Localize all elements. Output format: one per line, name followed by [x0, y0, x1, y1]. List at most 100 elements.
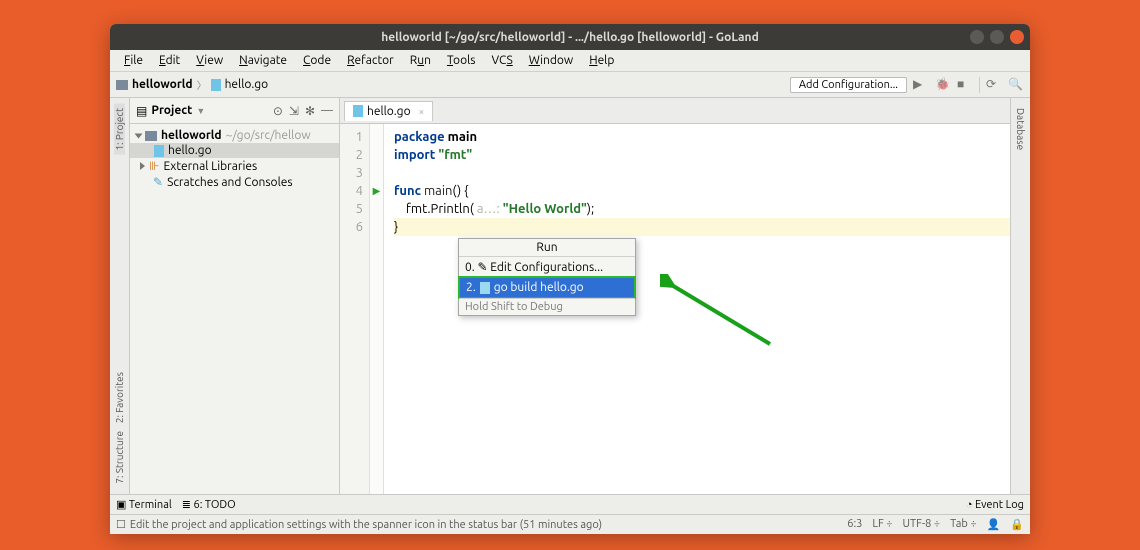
nav-toolbar: helloworld 〉 hello.go Add Configuration.…: [110, 72, 1030, 98]
menu-code[interactable]: Code: [297, 52, 337, 69]
keyword: import: [394, 148, 435, 162]
menu-file[interactable]: File: [118, 52, 149, 69]
popup-edit-configs[interactable]: 0. ✎ Edit Configurations...: [459, 257, 635, 277]
expand-icon[interactable]: [140, 162, 145, 170]
minimize-icon[interactable]: [970, 30, 984, 44]
run-icon[interactable]: ▶: [913, 77, 929, 93]
menu-window[interactable]: Window: [523, 52, 579, 69]
event-log-button[interactable]: ◔ Event Log: [966, 499, 1024, 511]
param-hint: a…:: [477, 202, 500, 216]
line-number: 6: [340, 218, 363, 236]
line-number: 1: [340, 128, 363, 146]
statusbar: ☐ Edit the project and application setti…: [110, 514, 1030, 534]
chevron-down-icon[interactable]: ▼: [196, 106, 205, 116]
popup-go-build[interactable]: 2. go build hello.go: [458, 276, 636, 299]
code-frag: fmt.Println(: [394, 202, 477, 216]
indent[interactable]: Tab ÷: [950, 518, 977, 531]
go-file-icon: [353, 105, 363, 117]
tab-favorites[interactable]: 2: Favorites: [114, 368, 125, 427]
tool-buttons-bar: ▣ Terminal ≣ 6: TODO ◔ Event Log: [110, 494, 1030, 514]
code-frag: }: [394, 218, 1010, 236]
left-tool-gutter: 1: Project 2: Favorites 7: Structure: [110, 98, 130, 494]
add-configuration-button[interactable]: Add Configuration...: [790, 77, 907, 93]
line-number-gutter: 1 2 3 4 5 6: [340, 124, 370, 494]
string-literal: "fmt": [438, 148, 472, 162]
menubar: File Edit View Navigate Code Refactor Ru…: [110, 50, 1030, 72]
project-tree: helloworld ~/go/src/hellow hello.go ⊪ Ex…: [130, 124, 339, 194]
tree-root-label: helloworld: [161, 129, 222, 142]
editor-area: hello.go × 1 2 3 4 5 6 ▶ p: [340, 98, 1010, 494]
stop-icon[interactable]: ■: [957, 77, 973, 93]
collapse-icon[interactable]: ⇲: [289, 104, 299, 118]
inspections-icon[interactable]: 👤: [987, 518, 1001, 531]
search-icon[interactable]: 🔍: [1008, 77, 1024, 93]
close-icon[interactable]: [1010, 30, 1024, 44]
main-area: 1: Project 2: Favorites 7: Structure ▤ P…: [110, 98, 1030, 494]
tree-root-path: ~/go/src/hellow: [226, 129, 311, 142]
project-panel: ▤ Project ▼ ⊙ ⇲ ✻ — helloworld ~/go/src/…: [130, 98, 340, 494]
breadcrumb-file[interactable]: hello.go: [225, 78, 269, 91]
terminal-button[interactable]: ▣ Terminal: [116, 498, 172, 511]
tab-label: hello.go: [367, 105, 411, 118]
todo-button[interactable]: ≣ 6: TODO: [182, 498, 236, 511]
go-file-icon: [480, 282, 490, 294]
go-file-icon: [154, 145, 164, 157]
encoding[interactable]: UTF-8 ÷: [903, 518, 941, 531]
project-panel-title[interactable]: Project: [151, 104, 192, 117]
func-name: main: [424, 184, 452, 198]
string-literal: "Hello World": [500, 202, 587, 216]
menu-view[interactable]: View: [190, 52, 229, 69]
hide-icon[interactable]: —: [321, 104, 333, 118]
tree-extlibs-label: External Libraries: [163, 160, 257, 173]
code-editor[interactable]: 1 2 3 4 5 6 ▶ package main import "fmt" …: [340, 124, 1010, 494]
run-gutter: ▶: [370, 124, 384, 494]
lock-icon[interactable]: 🔒: [1010, 518, 1024, 531]
editor-tabs: hello.go ×: [340, 98, 1010, 124]
tab-structure[interactable]: 7: Structure: [114, 427, 125, 488]
popup-index: 2.: [466, 281, 476, 294]
breadcrumb: helloworld 〉 hello.go: [116, 77, 268, 92]
go-file-icon: [211, 79, 221, 91]
keyword: func: [394, 184, 421, 198]
run-popup: Run 0. ✎ Edit Configurations... 2. go bu…: [458, 238, 636, 316]
tree-scratches[interactable]: ✎ Scratches and Consoles: [130, 174, 339, 190]
maximize-icon[interactable]: [990, 30, 1004, 44]
menu-refactor[interactable]: Refactor: [341, 52, 400, 69]
line-number: 4: [340, 182, 363, 200]
line-number: 3: [340, 164, 363, 182]
gear-icon[interactable]: ✻: [305, 104, 315, 118]
editor-tab-hello[interactable]: hello.go ×: [344, 101, 433, 121]
menu-help[interactable]: Help: [583, 52, 620, 69]
tree-external-libs[interactable]: ⊪ External Libraries: [130, 158, 339, 174]
line-ending[interactable]: LF ÷: [872, 518, 892, 531]
locate-icon[interactable]: ⊙: [273, 104, 283, 118]
tree-scratches-label: Scratches and Consoles: [167, 176, 293, 189]
debug-icon[interactable]: 🐞: [935, 77, 951, 93]
breadcrumb-root[interactable]: helloworld: [132, 78, 193, 91]
expand-icon[interactable]: [135, 133, 143, 138]
window-controls: [970, 30, 1024, 44]
folder-icon: [145, 131, 157, 141]
separator: [979, 77, 980, 93]
keyword: package: [394, 130, 445, 144]
status-collapse-icon[interactable]: ☐: [116, 518, 126, 531]
titlebar: helloworld [~/go/src/helloworld] - .../h…: [110, 24, 1030, 50]
tab-project[interactable]: 1: Project: [114, 104, 125, 155]
menu-run[interactable]: Run: [404, 52, 437, 69]
project-view-icon: ▤: [136, 104, 147, 118]
run-line-icon[interactable]: ▶: [370, 182, 383, 200]
close-tab-icon[interactable]: ×: [419, 106, 425, 117]
menu-navigate[interactable]: Navigate: [233, 52, 293, 69]
update-icon[interactable]: ⟳: [986, 77, 1002, 93]
menu-vcs[interactable]: VCS: [485, 52, 518, 69]
scratches-icon: ✎: [153, 175, 163, 189]
toolbar-right: Add Configuration... ▶ 🐞 ■ ⟳ 🔍: [790, 77, 1024, 93]
chevron-right-icon: 〉: [197, 77, 207, 92]
tree-file-hello[interactable]: hello.go: [130, 143, 339, 158]
menu-edit[interactable]: Edit: [153, 52, 186, 69]
tab-database[interactable]: Database: [1015, 104, 1026, 154]
libs-icon: ⊪: [149, 159, 159, 173]
menu-tools[interactable]: Tools: [441, 52, 482, 69]
caret-position[interactable]: 6:3: [847, 518, 862, 531]
tree-root[interactable]: helloworld ~/go/src/hellow: [130, 128, 339, 143]
